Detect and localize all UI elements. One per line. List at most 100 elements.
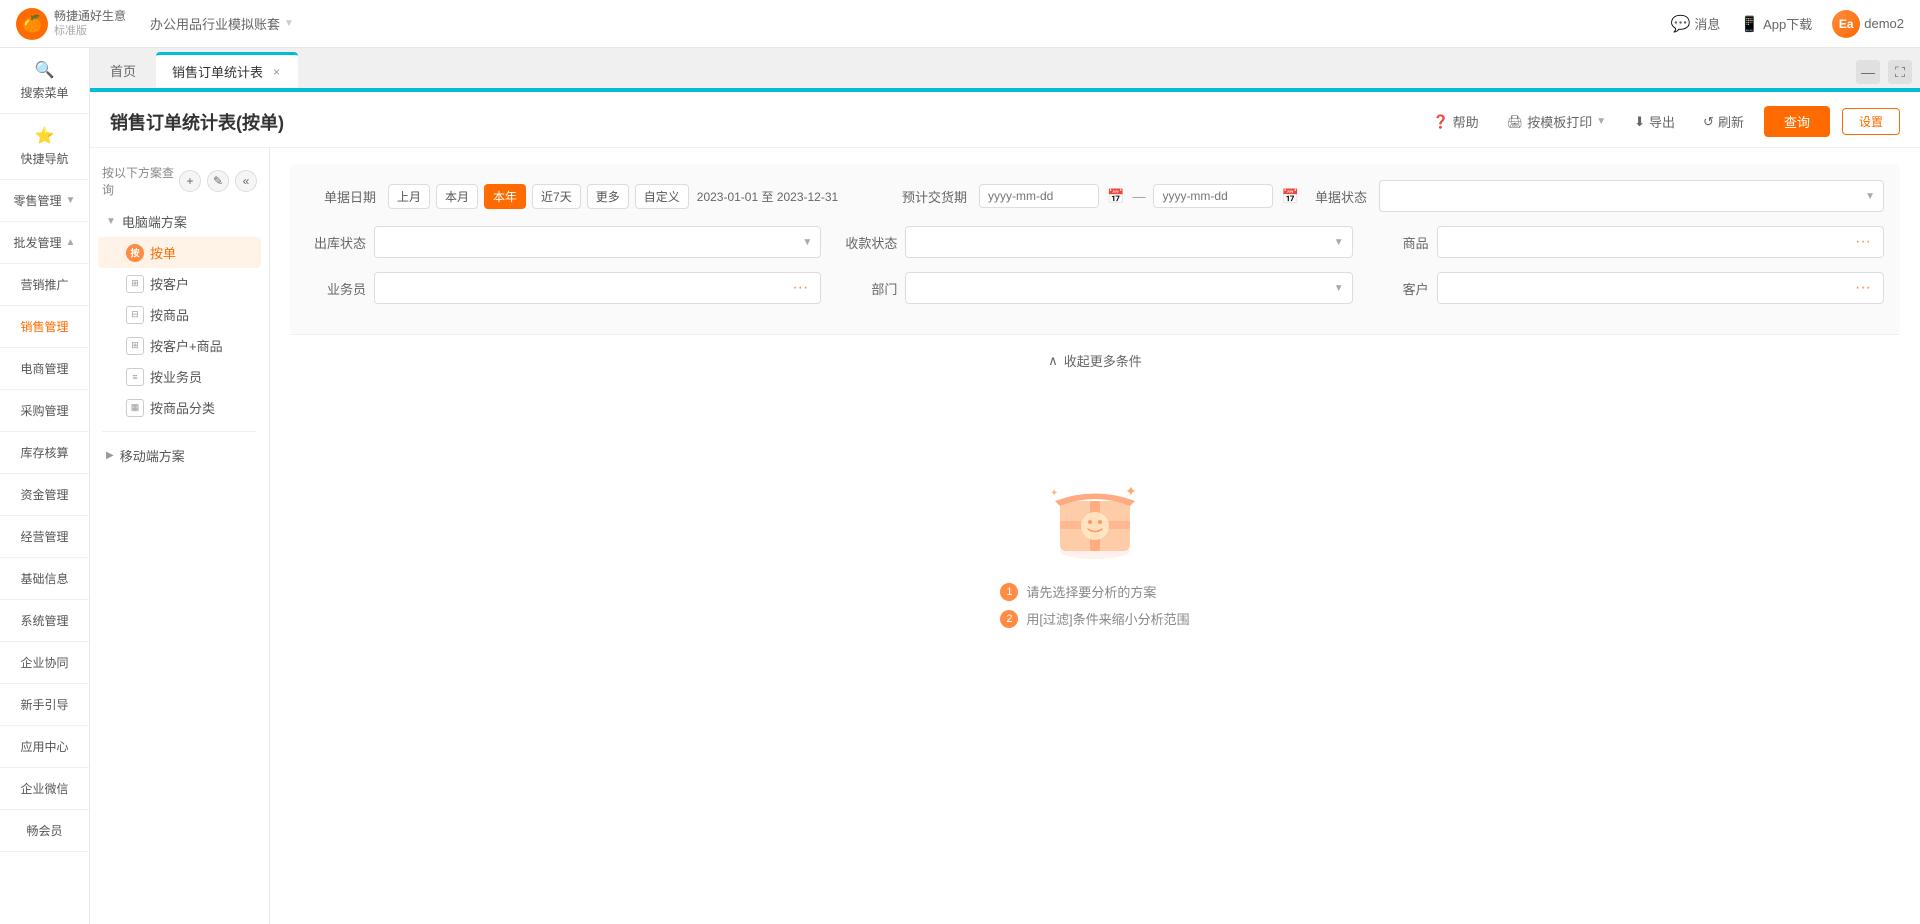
tree-item-by-salesman[interactable]: ≡ 按业务员 <box>98 361 261 392</box>
panel-header-icons: + ✎ « <box>179 170 257 192</box>
delivery-select[interactable]: ▼ <box>374 226 821 258</box>
goods-dots-icon[interactable]: ··· <box>1851 233 1875 251</box>
tree-parent-desktop[interactable]: ▼ 电脑端方案 <box>98 206 261 237</box>
tab-sales-order[interactable]: 销售订单统计表 × <box>156 52 298 88</box>
query-button[interactable]: 查询 <box>1764 106 1830 137</box>
sidebar-label-wholesale: 批发管理 <box>14 234 62 251</box>
sidebar-item-sales[interactable]: 销售管理 <box>0 306 89 348</box>
sidebar-item-system[interactable]: 系统管理 <box>0 600 89 642</box>
empty-num-2: 2 <box>1000 610 1018 628</box>
sidebar-label-nav: 快捷导航 <box>20 150 68 167</box>
sidebar-item-member[interactable]: 畅会员 <box>0 810 89 852</box>
message-btn[interactable]: 💬 消息 <box>1670 14 1720 34</box>
goods-cell: 商品 ··· <box>1369 226 1884 258</box>
date-range-text: 2023-01-01 至 2023-12-31 <box>697 188 838 205</box>
sidebar-label-appcenter: 应用中心 <box>20 738 68 755</box>
sidebar-item-marketing[interactable]: 营销推广 <box>0 264 89 306</box>
dept-select[interactable]: ▼ <box>905 272 1352 304</box>
panel-header: 按以下方案查询 + ✎ « <box>90 160 269 206</box>
sidebar-item-nav[interactable]: ⭐ 快捷导航 <box>0 114 89 180</box>
nav-icon: ⭐ <box>35 126 55 146</box>
user-area[interactable]: Ea demo2 <box>1832 10 1904 38</box>
sidebar-label-inventory: 库存核算 <box>20 444 68 461</box>
tree-item-by-order[interactable]: 按 按单 <box>98 237 261 268</box>
tree-item-label-category: 按商品分类 <box>150 398 215 417</box>
logo-area: 🍊 畅捷通好生意 标准版 <box>16 8 126 40</box>
sidebar-label-sales: 销售管理 <box>20 318 68 335</box>
sidebar-item-operation[interactable]: 经营管理 <box>0 516 89 558</box>
date-btn-more[interactable]: 更多 <box>587 184 629 209</box>
add-scheme-btn[interactable]: + <box>179 170 201 192</box>
breadcrumb[interactable]: 办公用品行业模拟账套 ▼ <box>150 14 294 33</box>
sidebar-item-retail[interactable]: 零售管理 ▼ <box>0 180 89 222</box>
tree-item-by-cust-goods[interactable]: ⊞ 按客户+商品 <box>98 330 261 361</box>
salesman-dots-icon[interactable]: ··· <box>788 279 812 297</box>
svg-text:✦: ✦ <box>1050 488 1058 499</box>
date-btn-last-month[interactable]: 上月 <box>388 184 430 209</box>
goods-select[interactable]: ··· <box>1437 226 1884 258</box>
cal-end-icon[interactable]: 📅 <box>1281 188 1298 205</box>
cal-start-icon[interactable]: 📅 <box>1107 188 1124 205</box>
salesman-label: 业务员 <box>306 279 366 298</box>
app-download-btn[interactable]: 📱 App下载 <box>1740 14 1812 33</box>
retail-expand-icon: ▼ <box>66 195 76 206</box>
forecast-start-input[interactable] <box>979 184 1099 208</box>
export-btn[interactable]: ⬇ 导出 <box>1626 108 1683 135</box>
tree-desktop-label: 电脑端方案 <box>122 212 187 231</box>
main-split: 按以下方案查询 + ✎ « <box>90 148 1920 924</box>
date-separator: — <box>1132 189 1145 204</box>
customer-dots-icon[interactable]: ··· <box>1851 279 1875 297</box>
date-btn-this-month[interactable]: 本月 <box>436 184 478 209</box>
top-bar: 🍊 畅捷通好生意 标准版 办公用品行业模拟账套 ▼ 💬 消息 📱 App下载 E… <box>0 0 1920 48</box>
sidebar-item-search[interactable]: 🔍 搜索菜单 <box>0 48 89 114</box>
sidebar-item-inventory[interactable]: 库存核算 <box>0 432 89 474</box>
collapse-btn[interactable]: ∧ 收起更多条件 <box>1036 347 1154 374</box>
logo-icon: 🍊 <box>16 8 48 40</box>
help-label: 帮助 <box>1453 112 1479 131</box>
sidebar-label-marketing: 营销推广 <box>20 276 68 293</box>
sidebar-item-basic[interactable]: 基础信息 <box>0 558 89 600</box>
print-btn[interactable]: 🖨 按模板打印 ▼ <box>1499 108 1614 135</box>
sidebar-label-finance: 资金管理 <box>20 486 68 503</box>
sidebar-item-purchase[interactable]: 采购管理 <box>0 390 89 432</box>
tree-item-by-goods[interactable]: ⊟ 按商品 <box>98 299 261 330</box>
payment-select[interactable]: ▼ <box>905 226 1352 258</box>
settings-button[interactable]: 设置 <box>1842 108 1900 135</box>
help-btn[interactable]: ❓ 帮助 <box>1424 108 1486 135</box>
sidebar-item-finance[interactable]: 资金管理 <box>0 474 89 516</box>
sidebar-item-ecom[interactable]: 电商管理 <box>0 348 89 390</box>
date-btn-this-year[interactable]: 本年 <box>484 184 526 209</box>
collapse-scheme-btn[interactable]: « <box>235 170 257 192</box>
page-title: 销售订单统计表(按单) <box>110 109 284 135</box>
date-btn-7days[interactable]: 近7天 <box>532 184 581 209</box>
collapse-chevron-icon: ∧ <box>1048 353 1058 369</box>
sidebar-item-appcenter[interactable]: 应用中心 <box>0 726 89 768</box>
tree-item-by-customer[interactable]: ⊞ 按客户 <box>98 268 261 299</box>
sidebar-item-guide[interactable]: 新手引导 <box>0 684 89 726</box>
date-btn-custom[interactable]: 自定义 <box>635 184 689 209</box>
salesman-select[interactable]: ··· <box>374 272 821 304</box>
tree-item-by-category[interactable]: ▦ 按商品分类 <box>98 392 261 423</box>
export-icon: ⬇ <box>1634 114 1645 130</box>
sidebar-label-basic: 基础信息 <box>20 570 68 587</box>
tree-parent-mobile[interactable]: ▶ 移动端方案 <box>98 440 261 471</box>
tab-minimize-btn[interactable]: — <box>1856 60 1880 84</box>
edit-icon: ✎ <box>213 174 223 188</box>
edit-scheme-btn[interactable]: ✎ <box>207 170 229 192</box>
status-select[interactable]: ▼ <box>1379 180 1884 212</box>
tab-close-btn[interactable]: × <box>271 63 282 81</box>
tab-maximize-btn[interactable]: ⛶ <box>1888 60 1912 84</box>
app-version: 标准版 <box>54 24 126 38</box>
tab-home[interactable]: 首页 <box>90 52 156 88</box>
username-label: demo2 <box>1864 16 1904 31</box>
page-actions: ❓ 帮助 🖨 按模板打印 ▼ ⬇ 导出 ↺ 刷新 <box>1424 106 1900 137</box>
sidebar-item-wechat[interactable]: 企业微信 <box>0 768 89 810</box>
forecast-end-input[interactable] <box>1153 184 1273 208</box>
sidebar-item-collab[interactable]: 企业协同 <box>0 642 89 684</box>
dept-dropdown-icon: ▼ <box>1334 283 1344 294</box>
sidebar-item-wholesale[interactable]: 批发管理 ▲ <box>0 222 89 264</box>
delivery-dropdown-icon: ▼ <box>802 237 812 248</box>
payment-label: 收款状态 <box>837 233 897 252</box>
customer-select[interactable]: ··· <box>1437 272 1884 304</box>
refresh-btn[interactable]: ↺ 刷新 <box>1695 108 1752 135</box>
